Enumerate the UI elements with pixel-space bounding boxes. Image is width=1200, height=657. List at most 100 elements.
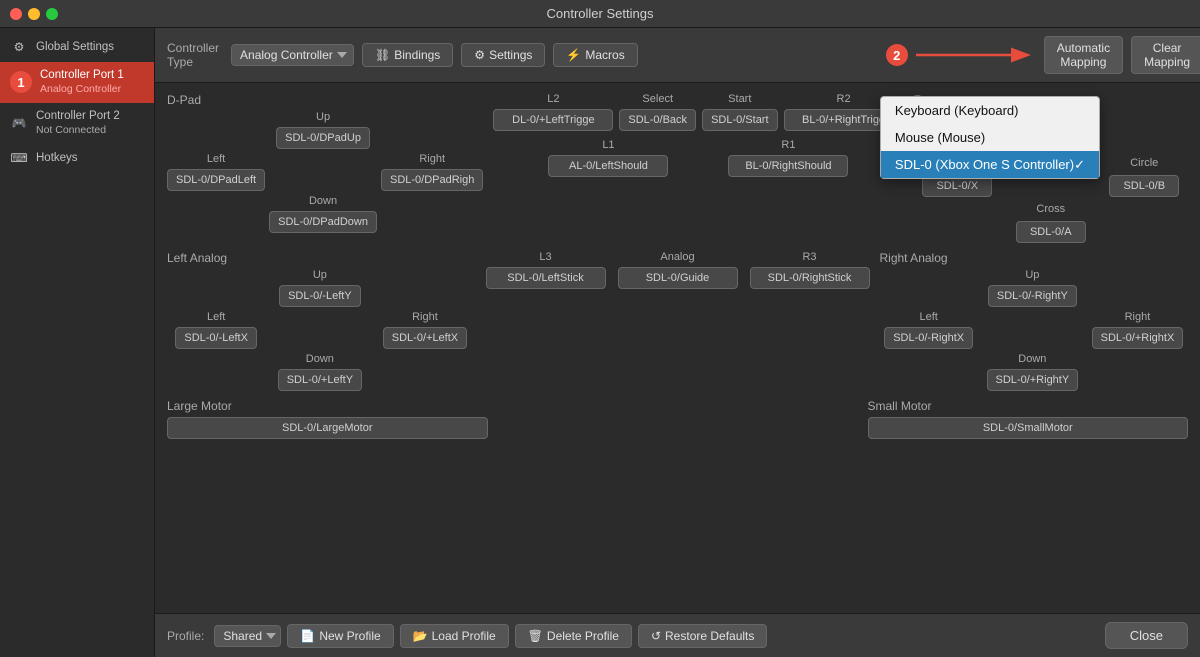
macros-tab[interactable]: ⚡ Macros: [553, 43, 637, 67]
bindings-label: Bindings: [394, 48, 440, 62]
profile-label: Profile:: [167, 629, 204, 643]
ra-up-col: Up SDL-0/-RightY: [988, 269, 1077, 307]
minimize-button[interactable]: [28, 8, 40, 20]
ra-down-button[interactable]: SDL-0/+RightY: [987, 369, 1079, 391]
ra-left-label: Left: [919, 311, 937, 323]
macros-label: Macros: [585, 48, 624, 62]
r3-button[interactable]: SDL-0/RightStick: [750, 267, 870, 289]
la-down-button[interactable]: SDL-0/+LeftY: [278, 369, 362, 391]
controller2-icon: 🎮: [10, 114, 28, 132]
small-motor-title: Small Motor: [868, 399, 1189, 413]
sidebar-item-controller-port-2[interactable]: 🎮 Controller Port 2 Not Connected: [0, 103, 154, 144]
delete-profile-button[interactable]: 🗑 Delete Profile: [515, 624, 632, 648]
delete-profile-icon: 🗑: [528, 629, 543, 643]
macros-icon: ⚡: [566, 48, 581, 62]
triggers-row: L2 DL-0/+LeftTrigge Select SDL-0/Back St…: [493, 93, 903, 131]
dropdown-item-mouse[interactable]: Mouse (Mouse): [881, 124, 1099, 151]
restore-defaults-button[interactable]: ↺ Restore Defaults: [638, 624, 767, 648]
close-window-button[interactable]: [10, 8, 22, 20]
large-motor-section: Large Motor SDL-0/LargeMotor: [167, 399, 488, 439]
dpad-left-col: Left SDL-0/DPadLeft: [167, 153, 265, 191]
circle-button[interactable]: SDL-0/B: [1109, 175, 1179, 197]
bottom-row: Left Analog Up SDL-0/-LeftY Left SDL-0/-…: [167, 251, 1188, 391]
sidebar: ⚙ Global Settings 1 Controller Port 1 An…: [0, 28, 155, 657]
analog-button[interactable]: SDL-0/Guide: [618, 267, 738, 289]
dpad-right-button[interactable]: SDL-0/DPadRigh: [381, 169, 483, 191]
settings-tab[interactable]: ⚙ Settings: [461, 43, 545, 67]
ra-left-button[interactable]: SDL-0/-RightX: [884, 327, 973, 349]
dropdown-menu: Keyboard (Keyboard) Mouse (Mouse) SDL-0 …: [880, 96, 1100, 179]
r1-button[interactable]: BL-0/RightShould: [728, 155, 848, 177]
new-profile-button[interactable]: 📄 New Profile: [287, 624, 393, 648]
load-profile-icon: 📂: [413, 629, 428, 643]
ra-right-col: Right SDL-0/+RightX: [1092, 311, 1184, 349]
dpad-up-button[interactable]: SDL-0/DPadUp: [276, 127, 370, 149]
settings-icon: ⚙: [474, 48, 485, 62]
shoulders-row: L1 AL-0/LeftShould R1 BL-0/RightShould: [548, 139, 848, 177]
ra-right-label: Right: [1125, 311, 1151, 323]
dropdown-item-keyboard[interactable]: Keyboard (Keyboard): [881, 97, 1099, 124]
circle-col: Circle SDL-0/B: [1109, 157, 1179, 197]
bindings-icon: ⛓: [375, 48, 390, 62]
la-up-button[interactable]: SDL-0/-LeftY: [279, 285, 361, 307]
select-label: Select: [642, 93, 673, 105]
sidebar-item-controller-port-1[interactable]: 1 Controller Port 1 Analog Controller: [0, 62, 154, 103]
bindings-tab[interactable]: ⛓ Bindings: [362, 43, 453, 67]
load-profile-button[interactable]: 📂 Load Profile: [400, 624, 509, 648]
dropdown-item-sdl0[interactable]: SDL-0 (Xbox One S Controller) ✓: [881, 151, 1099, 178]
start-button[interactable]: SDL-0/Start: [702, 109, 777, 131]
dpad-title: D-Pad: [167, 93, 483, 107]
controller-type-select[interactable]: Analog Controller: [231, 44, 354, 66]
ra-down-col: Down SDL-0/+RightY: [987, 353, 1079, 391]
maximize-button[interactable]: [46, 8, 58, 20]
arrow-annotation: [916, 45, 1036, 65]
cross-col: Cross SDL-0/A: [1016, 203, 1086, 243]
dpad-down-button[interactable]: SDL-0/DPadDown: [269, 211, 377, 233]
footer: Profile: Shared 📄 New Profile 📂 Load Pro…: [155, 613, 1200, 657]
keyboard-icon: ⌨: [10, 149, 28, 167]
select-button[interactable]: SDL-0/Back: [619, 109, 696, 131]
la-down-label: Down: [306, 353, 334, 365]
l3-button[interactable]: SDL-0/LeftStick: [486, 267, 606, 289]
badge-1: 1: [10, 71, 32, 93]
r1-label: R1: [781, 139, 795, 151]
middle-triggers-section: L2 DL-0/+LeftTrigge Select SDL-0/Back St…: [493, 93, 903, 177]
small-motor-button[interactable]: SDL-0/SmallMotor: [868, 417, 1189, 439]
clear-mapping-button[interactable]: Clear Mapping: [1131, 36, 1200, 74]
sidebar-item-global-settings[interactable]: ⚙ Global Settings: [0, 32, 154, 62]
large-motor-button[interactable]: SDL-0/LargeMotor: [167, 417, 488, 439]
sidebar-port2-sub: Not Connected: [36, 124, 120, 138]
sidebar-item-hotkeys[interactable]: ⌨ Hotkeys: [0, 143, 154, 173]
ra-down-label: Down: [1018, 353, 1046, 365]
la-left-button[interactable]: SDL-0/-LeftX: [175, 327, 257, 349]
sidebar-port1-label: Controller Port 1: [40, 68, 124, 83]
left-analog-section: Left Analog Up SDL-0/-LeftY Left SDL-0/-…: [167, 251, 476, 391]
main-layout: ⚙ Global Settings 1 Controller Port 1 An…: [0, 28, 1200, 657]
ra-right-button[interactable]: SDL-0/+RightX: [1092, 327, 1184, 349]
sidebar-port2-label: Controller Port 2: [36, 109, 120, 124]
dpad-left-button[interactable]: SDL-0/DPadLeft: [167, 169, 265, 191]
right-analog-grid: Up SDL-0/-RightY Left SDL-0/-RightX Righ…: [880, 269, 1189, 391]
profile-select[interactable]: Shared: [214, 625, 281, 647]
dpad-down-col: Down SDL-0/DPadDown: [269, 195, 377, 233]
la-right-button[interactable]: SDL-0/+LeftX: [383, 327, 467, 349]
new-profile-icon: 📄: [300, 629, 315, 643]
analog-row: L3 SDL-0/LeftStick Analog SDL-0/Guide R3…: [486, 251, 870, 289]
dpad-grid: Up SDL-0/DPadUp Left SDL-0/DPadLeft Righ…: [167, 111, 483, 233]
right-analog-section: Right Analog Up SDL-0/-RightY Left SDL-0…: [880, 251, 1189, 391]
r2-label: R2: [837, 93, 851, 105]
l2-button[interactable]: DL-0/+LeftTrigge: [493, 109, 613, 131]
delete-profile-label: Delete Profile: [547, 629, 619, 643]
dpad-up-label: Up: [316, 111, 330, 123]
close-button[interactable]: Close: [1105, 622, 1188, 649]
auto-mapping-button[interactable]: Automatic Mapping: [1044, 36, 1123, 74]
cross-label: Cross: [1036, 203, 1065, 215]
dpad-right-col: Right SDL-0/DPadRigh: [381, 153, 483, 191]
l1-button[interactable]: AL-0/LeftShould: [548, 155, 668, 177]
cross-button[interactable]: SDL-0/A: [1016, 221, 1086, 243]
r3-label: R3: [802, 251, 816, 263]
start-label: Start: [728, 93, 751, 105]
ra-up-button[interactable]: SDL-0/-RightY: [988, 285, 1077, 307]
titlebar-buttons: [10, 8, 58, 20]
analog-col: Analog SDL-0/Guide: [618, 251, 738, 289]
